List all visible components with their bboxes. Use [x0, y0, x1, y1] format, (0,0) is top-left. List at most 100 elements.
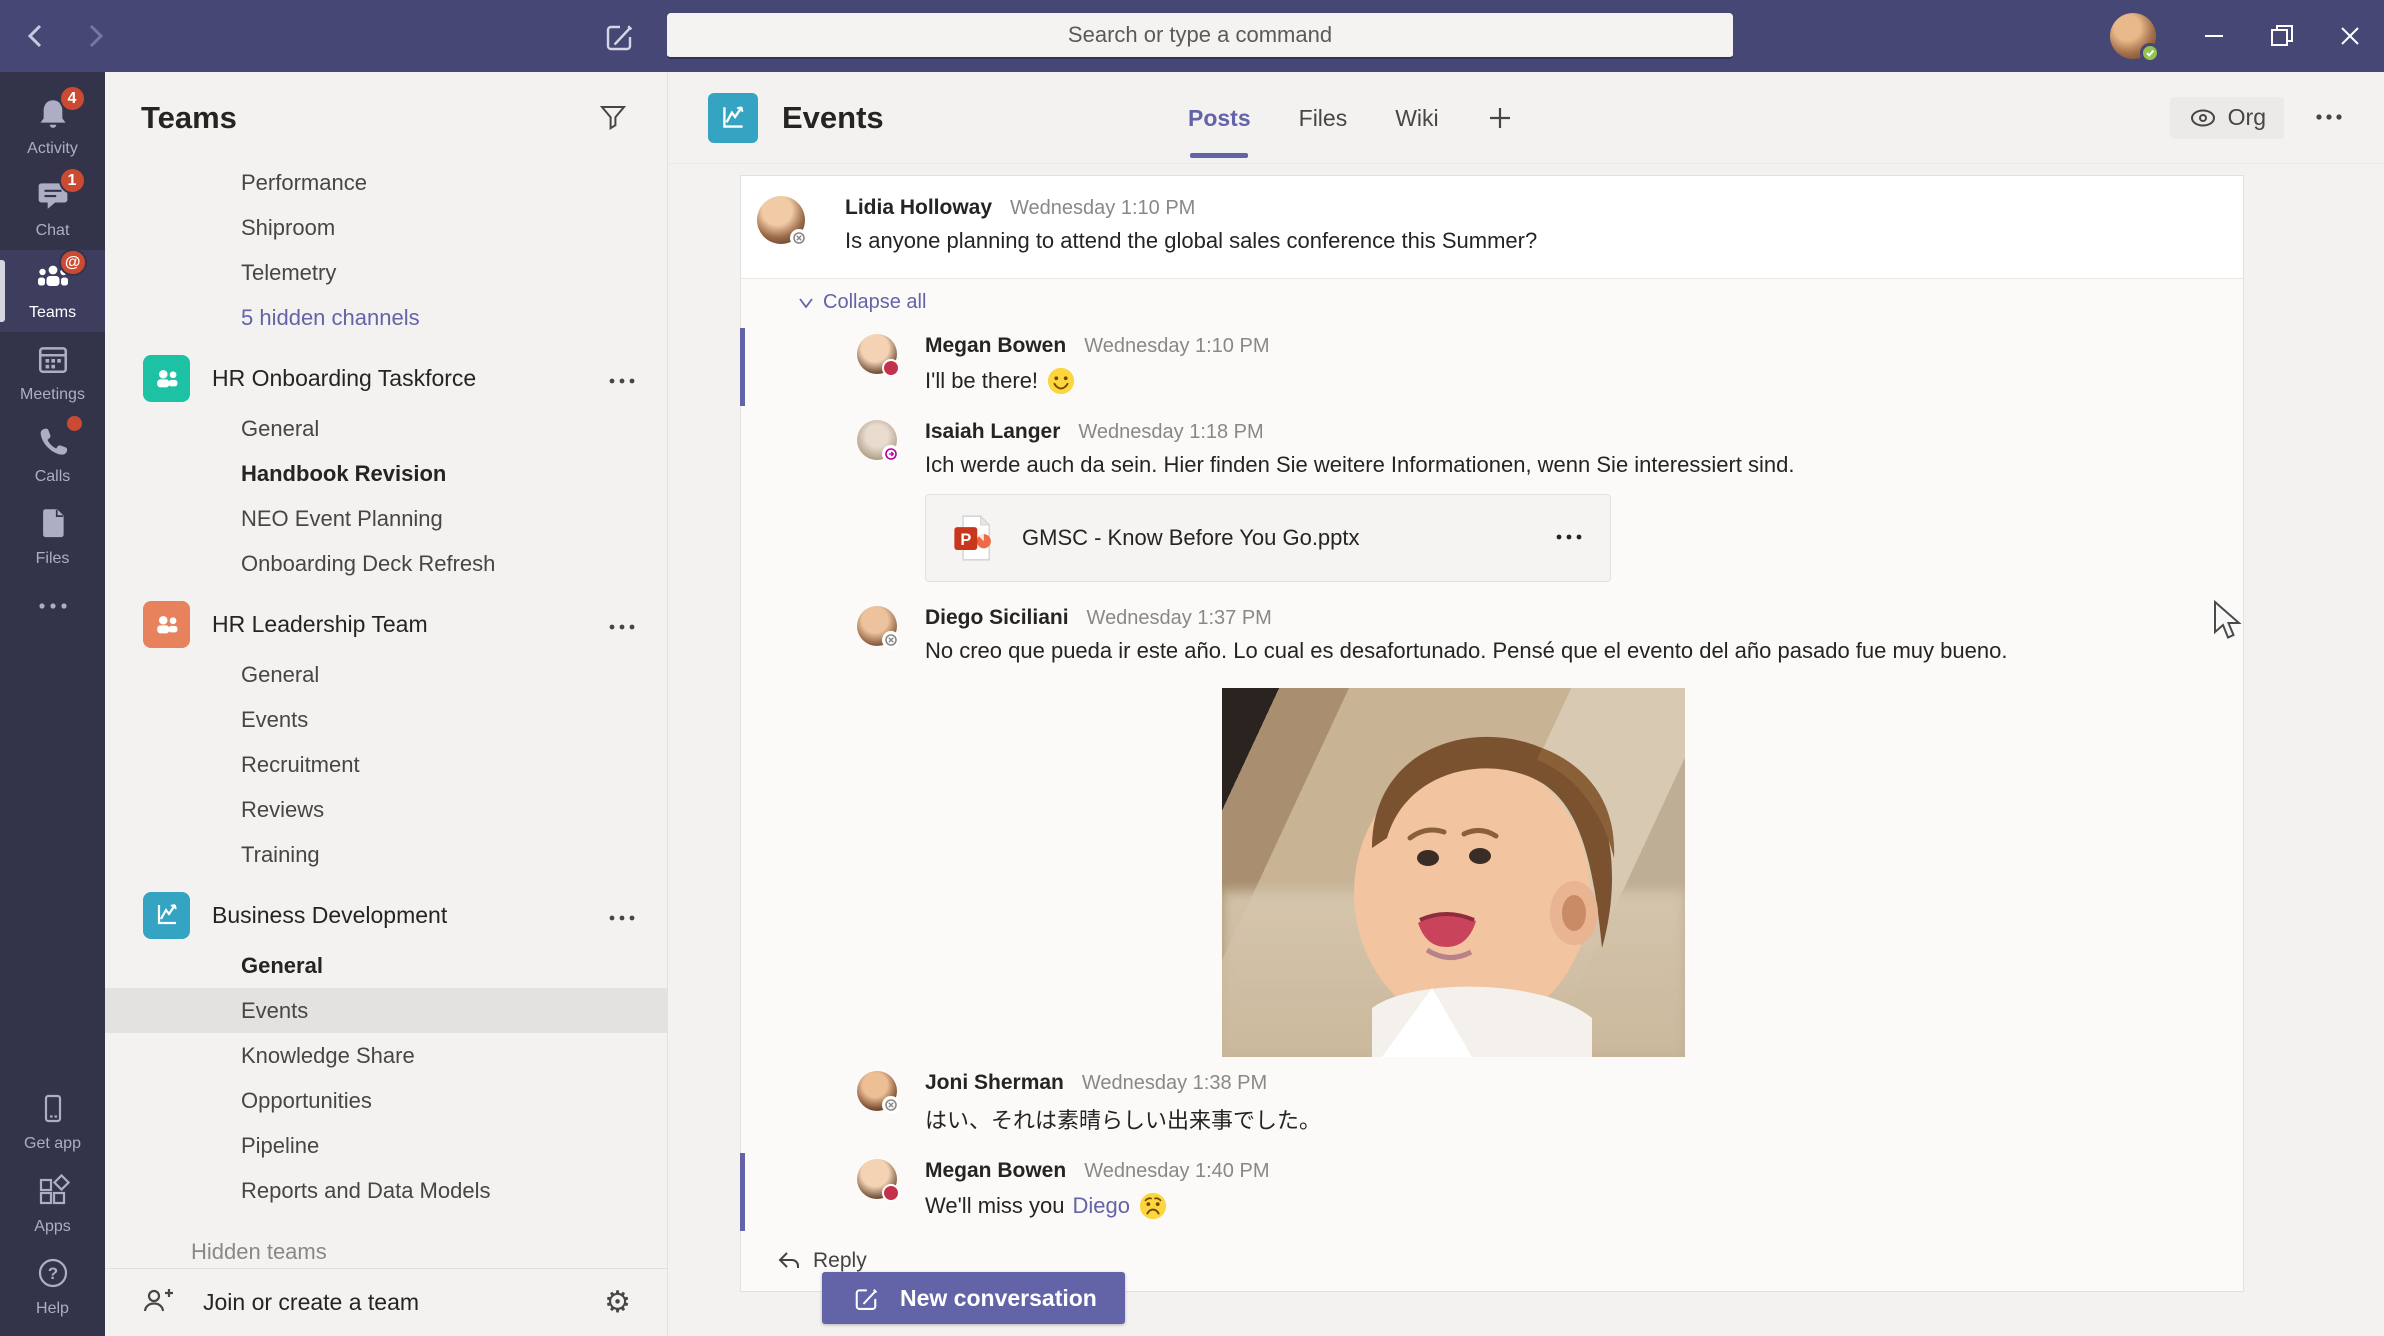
- org-visibility-button[interactable]: Org: [2169, 96, 2284, 139]
- message-author[interactable]: Diego Siciliani: [925, 606, 1069, 630]
- attachment-filename[interactable]: GMSC - Know Before You Go.pptx: [1022, 525, 1360, 551]
- reply-arrow-icon: [778, 1252, 799, 1268]
- channel-item[interactable]: Events: [105, 697, 667, 742]
- channel-item[interactable]: Onboarding Deck Refresh: [105, 541, 667, 586]
- rail-item-teams[interactable]: @ Teams: [0, 249, 105, 332]
- search-input[interactable]: Search or type a command: [667, 13, 1733, 59]
- avatar[interactable]: [857, 334, 900, 377]
- rail-item-chat[interactable]: 1 Chat: [0, 167, 105, 250]
- forward-button[interactable]: [82, 21, 108, 51]
- activity-badge: 4: [58, 85, 86, 112]
- channel-item[interactable]: General: [105, 943, 667, 988]
- channel-tabs: Posts Files Wiki: [1188, 72, 1513, 164]
- hidden-teams-label[interactable]: Hidden teams: [105, 1239, 667, 1259]
- rail-item-label: Activity: [27, 140, 78, 157]
- help-circle-icon: ?: [36, 1256, 70, 1295]
- team-avatar-people-icon: [143, 354, 190, 402]
- team-business-development[interactable]: Business Development: [105, 887, 667, 943]
- crying-baby-gif[interactable]: [1222, 688, 1685, 1057]
- message-reply[interactable]: Diego Siciliani Wednesday 1:37 PM No cre…: [741, 596, 2243, 678]
- collapse-all-button[interactable]: Collapse all: [741, 279, 2243, 324]
- avatar[interactable]: [857, 1159, 900, 1202]
- message-author[interactable]: Megan Bowen: [925, 334, 1066, 358]
- profile-avatar[interactable]: [2110, 13, 2160, 63]
- sidebar-title: Teams: [141, 100, 237, 135]
- message-reply[interactable]: Megan Bowen Wednesday 1:10 PM I'll be th…: [740, 324, 2243, 410]
- message-reply[interactable]: Megan Bowen Wednesday 1:40 PM We'll miss…: [740, 1149, 2243, 1235]
- channel-item[interactable]: Recruitment: [105, 742, 667, 787]
- avatar[interactable]: [857, 420, 900, 463]
- team-more-icon[interactable]: [607, 611, 637, 638]
- team-more-icon[interactable]: [607, 365, 637, 392]
- tab-posts[interactable]: Posts: [1188, 72, 1251, 164]
- message-author[interactable]: Megan Bowen: [925, 1159, 1066, 1183]
- team-hr-onboarding-taskforce[interactable]: HR Onboarding Taskforce: [105, 350, 667, 406]
- smiling-face-emoji: [1047, 367, 1075, 395]
- message-root[interactable]: Lidia Holloway Wednesday 1:10 PM Is anyo…: [741, 176, 2243, 279]
- channel-item[interactable]: Shiproom: [105, 205, 667, 250]
- channel-title: Events: [782, 99, 884, 135]
- team-hr-leadership-team[interactable]: HR Leadership Team: [105, 596, 667, 652]
- join-or-create-team-button[interactable]: Join or create a team: [203, 1289, 419, 1316]
- mention-link[interactable]: Diego: [1073, 1193, 1130, 1219]
- channel-item[interactable]: Knowledge Share: [105, 1033, 667, 1078]
- message-timestamp: Wednesday 1:37 PM: [1086, 607, 1272, 629]
- worried-face-emoji: [1139, 1192, 1167, 1220]
- message-reply[interactable]: Isaiah Langer Wednesday 1:18 PM Ich werd…: [741, 410, 2243, 596]
- calls-notification-dot: [66, 416, 82, 431]
- phone-icon: [36, 416, 82, 463]
- channel-item[interactable]: General: [105, 652, 667, 697]
- hidden-channels-link[interactable]: 5 hidden channels: [105, 295, 667, 340]
- message-author[interactable]: Joni Sherman: [925, 1071, 1064, 1095]
- avatar[interactable]: [857, 1071, 900, 1114]
- rail-item-meetings[interactable]: Meetings: [0, 332, 105, 414]
- channel-item[interactable]: Training: [105, 832, 667, 877]
- avatar[interactable]: [757, 196, 808, 247]
- filter-icon[interactable]: [597, 100, 629, 137]
- rail-item-help[interactable]: ? Help: [0, 1246, 105, 1328]
- mobile-icon: [37, 1093, 69, 1130]
- channel-item[interactable]: Reports and Data Models: [105, 1168, 667, 1213]
- message-author[interactable]: Lidia Holloway: [845, 196, 992, 220]
- channel-item[interactable]: General: [105, 406, 667, 451]
- more-apps-icon[interactable]: [0, 578, 105, 634]
- attachment-card[interactable]: P GMSC - Know Before You Go.pptx: [925, 494, 1611, 582]
- tab-wiki[interactable]: Wiki: [1395, 72, 1438, 164]
- team-avatar-chart-icon: [143, 891, 190, 939]
- channel-item[interactable]: Opportunities: [105, 1078, 667, 1123]
- rail-item-calls[interactable]: Calls: [0, 414, 105, 496]
- svg-text:P: P: [960, 531, 971, 549]
- new-conversation-button[interactable]: New conversation: [822, 1272, 1125, 1324]
- channel-item[interactable]: Pipeline: [105, 1123, 667, 1168]
- avatar[interactable]: [857, 606, 900, 649]
- minimize-button[interactable]: [2180, 0, 2248, 72]
- message-author[interactable]: Isaiah Langer: [925, 420, 1060, 444]
- message-text: No creo que pueda ir este año. Lo cual e…: [925, 638, 2008, 663]
- channel-item-events-selected[interactable]: Events: [105, 988, 667, 1033]
- channel-item[interactable]: Reviews: [105, 787, 667, 832]
- teams-sidebar: Teams Performance Shiproom Telemetry 5 h…: [105, 72, 668, 1336]
- close-button[interactable]: [2316, 0, 2384, 72]
- back-button[interactable]: [22, 21, 48, 51]
- rail-item-label: Calls: [34, 468, 71, 485]
- channel-item[interactable]: Telemetry: [105, 250, 667, 295]
- channel-more-icon[interactable]: [2314, 109, 2344, 127]
- new-chat-icon[interactable]: [600, 17, 638, 60]
- message-text: はい、それは素晴らしい出来事でした。: [925, 1108, 1322, 1133]
- svg-text:?: ?: [47, 1264, 57, 1283]
- rail-item-activity[interactable]: 4 Activity: [0, 85, 105, 168]
- restore-window-button[interactable]: [2248, 0, 2316, 72]
- team-more-icon[interactable]: [607, 902, 637, 929]
- add-tab-icon[interactable]: [1487, 105, 1513, 131]
- rail-item-apps[interactable]: Apps: [0, 1164, 105, 1246]
- attachment-more-icon[interactable]: [1554, 529, 1584, 547]
- rail-item-files[interactable]: Files: [0, 496, 105, 578]
- channel-item[interactable]: NEO Event Planning: [105, 496, 667, 541]
- rail-item-get-app[interactable]: Get app: [0, 1082, 105, 1164]
- channel-item[interactable]: Performance: [105, 160, 667, 205]
- message-timestamp: Wednesday 1:18 PM: [1078, 421, 1264, 443]
- gear-icon[interactable]: ⚙: [604, 1287, 631, 1318]
- channel-item[interactable]: Handbook Revision: [105, 451, 667, 496]
- tab-files[interactable]: Files: [1299, 72, 1348, 164]
- message-reply[interactable]: Joni Sherman Wednesday 1:38 PM はい、それは素晴ら…: [741, 1061, 2243, 1149]
